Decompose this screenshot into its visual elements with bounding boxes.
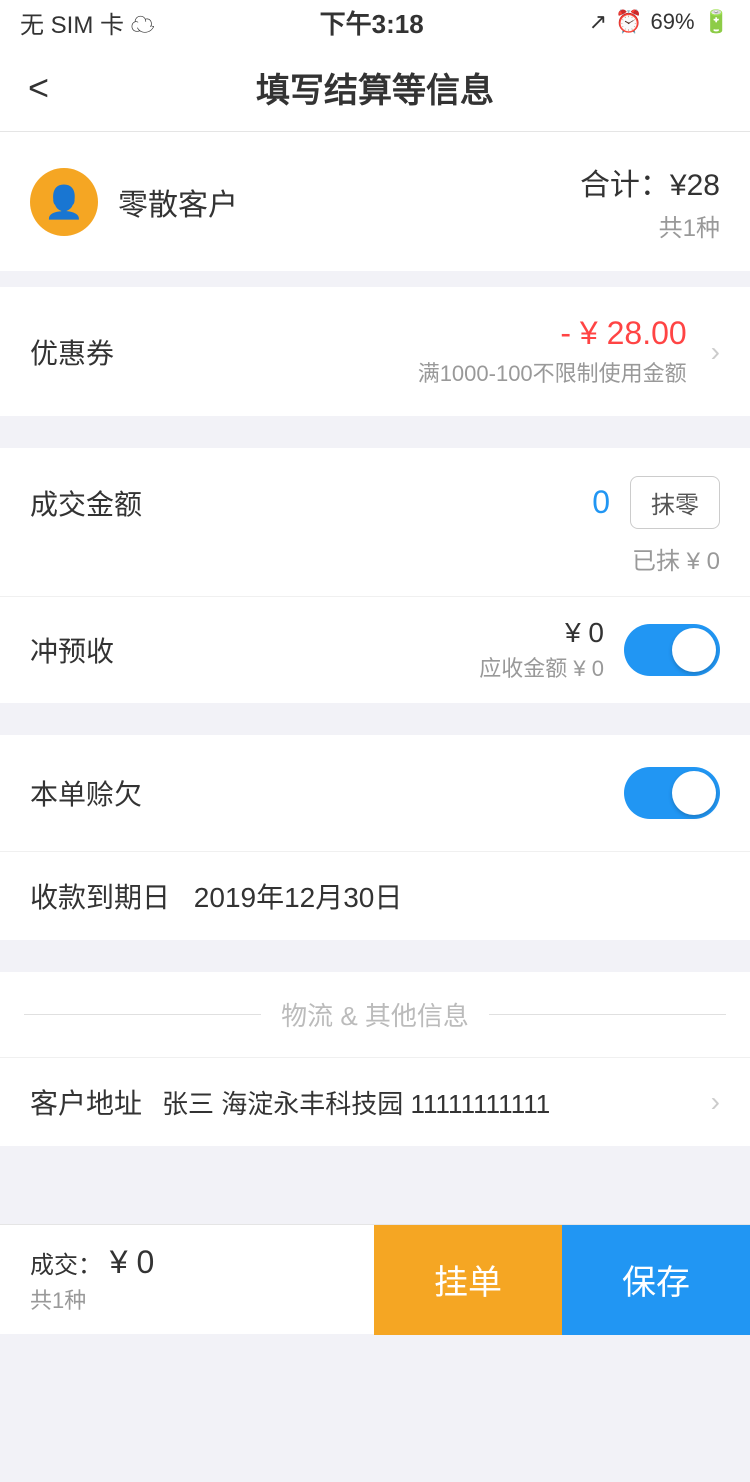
chevron-right-icon: › [711, 336, 720, 368]
coupon-right: - ¥ 28.00 满1000-100不限制使用金额 › [418, 315, 720, 388]
save-button[interactable]: 保存 [562, 1225, 750, 1335]
bottom-bar: 成交： ¥ 0 共1种 挂单 保存 [0, 1224, 750, 1334]
status-bar: 无 SIM 卡 ☁ 下午3:18 ↗ ⏰ 69% 🔋 [0, 0, 750, 44]
logistics-section: 物流 & 其他信息 客户地址 张三 海淀永丰科技园 11111111111 › [0, 972, 750, 1146]
bottom-summary-amount: ¥ 0 [110, 1244, 154, 1280]
section-separator-1 [0, 432, 750, 448]
due-date-value: 2019年12月30日 [194, 882, 403, 913]
nav-bar: < 填写结算等信息 [0, 44, 750, 132]
debt-section: 本单赊欠 收款到期日 2019年12月30日 [0, 735, 750, 940]
advance-sub: 应收金额 ¥ 0 [479, 651, 604, 683]
bottom-summary-title: 成交： [30, 1252, 102, 1279]
coupon-amount: - ¥ 28.00 [418, 315, 687, 352]
address-chevron-icon: › [711, 1086, 720, 1118]
advance-label: 冲预收 [30, 630, 114, 670]
deal-amount-row: 成交金额 0 抹零 [0, 448, 750, 541]
deal-amount-right: 0 抹零 [592, 476, 720, 529]
bottom-summary-row: 成交： ¥ 0 [30, 1244, 344, 1281]
advance-toggle[interactable] [624, 624, 720, 676]
customer-section: 👤 零散客户 合计：¥28 共1种 [0, 132, 750, 271]
status-time: 下午3:18 [320, 4, 424, 41]
battery-icon: 🔋 [703, 9, 730, 35]
advance-right: ¥ 0 应收金额 ¥ 0 [479, 617, 720, 683]
coupon-section: 优惠券 - ¥ 28.00 满1000-100不限制使用金额 › [0, 287, 750, 416]
status-left: 无 SIM 卡 ☁ [20, 5, 155, 40]
advance-amounts: ¥ 0 应收金额 ¥ 0 [479, 617, 604, 683]
location-icon: ↗ [589, 9, 607, 35]
coupon-desc: 满1000-100不限制使用金额 [418, 356, 687, 388]
hang-order-button[interactable]: 挂单 [374, 1225, 562, 1335]
bottom-summary: 成交： ¥ 0 共1种 [0, 1244, 374, 1315]
total-count: 共1种 [580, 208, 720, 243]
address-value: 张三 海淀永丰科技园 11111111111 [162, 1084, 683, 1121]
sim-status: 无 SIM 卡 ☁ [20, 5, 155, 40]
address-label: 客户地址 [30, 1082, 142, 1122]
page-title: 填写结算等信息 [256, 63, 494, 112]
deal-amount-value: 0 [592, 484, 610, 521]
total-amount: 合计：¥28 [580, 160, 720, 204]
logistics-header: 物流 & 其他信息 [0, 972, 750, 1057]
debt-toggle[interactable] [624, 767, 720, 819]
round-zero-button[interactable]: 抹零 [630, 476, 720, 529]
battery-level: 69% [651, 9, 695, 35]
customer-right: 合计：¥28 共1种 [580, 160, 720, 243]
bottom-summary-count: 共1种 [30, 1283, 344, 1315]
deal-amount-section: 成交金额 0 抹零 已抹 ¥ 0 冲预收 ¥ 0 应收金额 ¥ 0 [0, 448, 750, 703]
section-separator-2 [0, 719, 750, 735]
due-date-label: 收款到期日 [30, 882, 170, 913]
coupon-label: 优惠券 [30, 332, 114, 372]
customer-name: 零散客户 [118, 180, 238, 224]
customer-left: 👤 零散客户 [30, 168, 238, 236]
logistics-header-text: 物流 & 其他信息 [261, 996, 489, 1033]
customer-avatar: 👤 [30, 168, 98, 236]
advance-row: 冲预收 ¥ 0 应收金额 ¥ 0 [0, 596, 750, 703]
back-button[interactable]: < [28, 67, 49, 109]
section-separator-3 [0, 956, 750, 972]
status-right: ↗ ⏰ 69% 🔋 [589, 9, 730, 35]
due-date-row: 收款到期日 2019年12月30日 [0, 851, 750, 940]
debt-row: 本单赊欠 [0, 735, 750, 851]
alarm-icon: ⏰ [615, 9, 642, 35]
debt-label: 本单赊欠 [30, 773, 142, 813]
deal-amount-label: 成交金额 [30, 483, 142, 523]
advance-value: ¥ 0 [479, 617, 604, 649]
coupon-info: - ¥ 28.00 满1000-100不限制使用金额 [418, 315, 687, 388]
deal-amount-sub: 已抹 ¥ 0 [0, 541, 750, 596]
coupon-row[interactable]: 优惠券 - ¥ 28.00 满1000-100不限制使用金额 › [0, 287, 750, 416]
avatar-icon: 👤 [44, 183, 84, 221]
address-row[interactable]: 客户地址 张三 海淀永丰科技园 11111111111 › [0, 1057, 750, 1146]
